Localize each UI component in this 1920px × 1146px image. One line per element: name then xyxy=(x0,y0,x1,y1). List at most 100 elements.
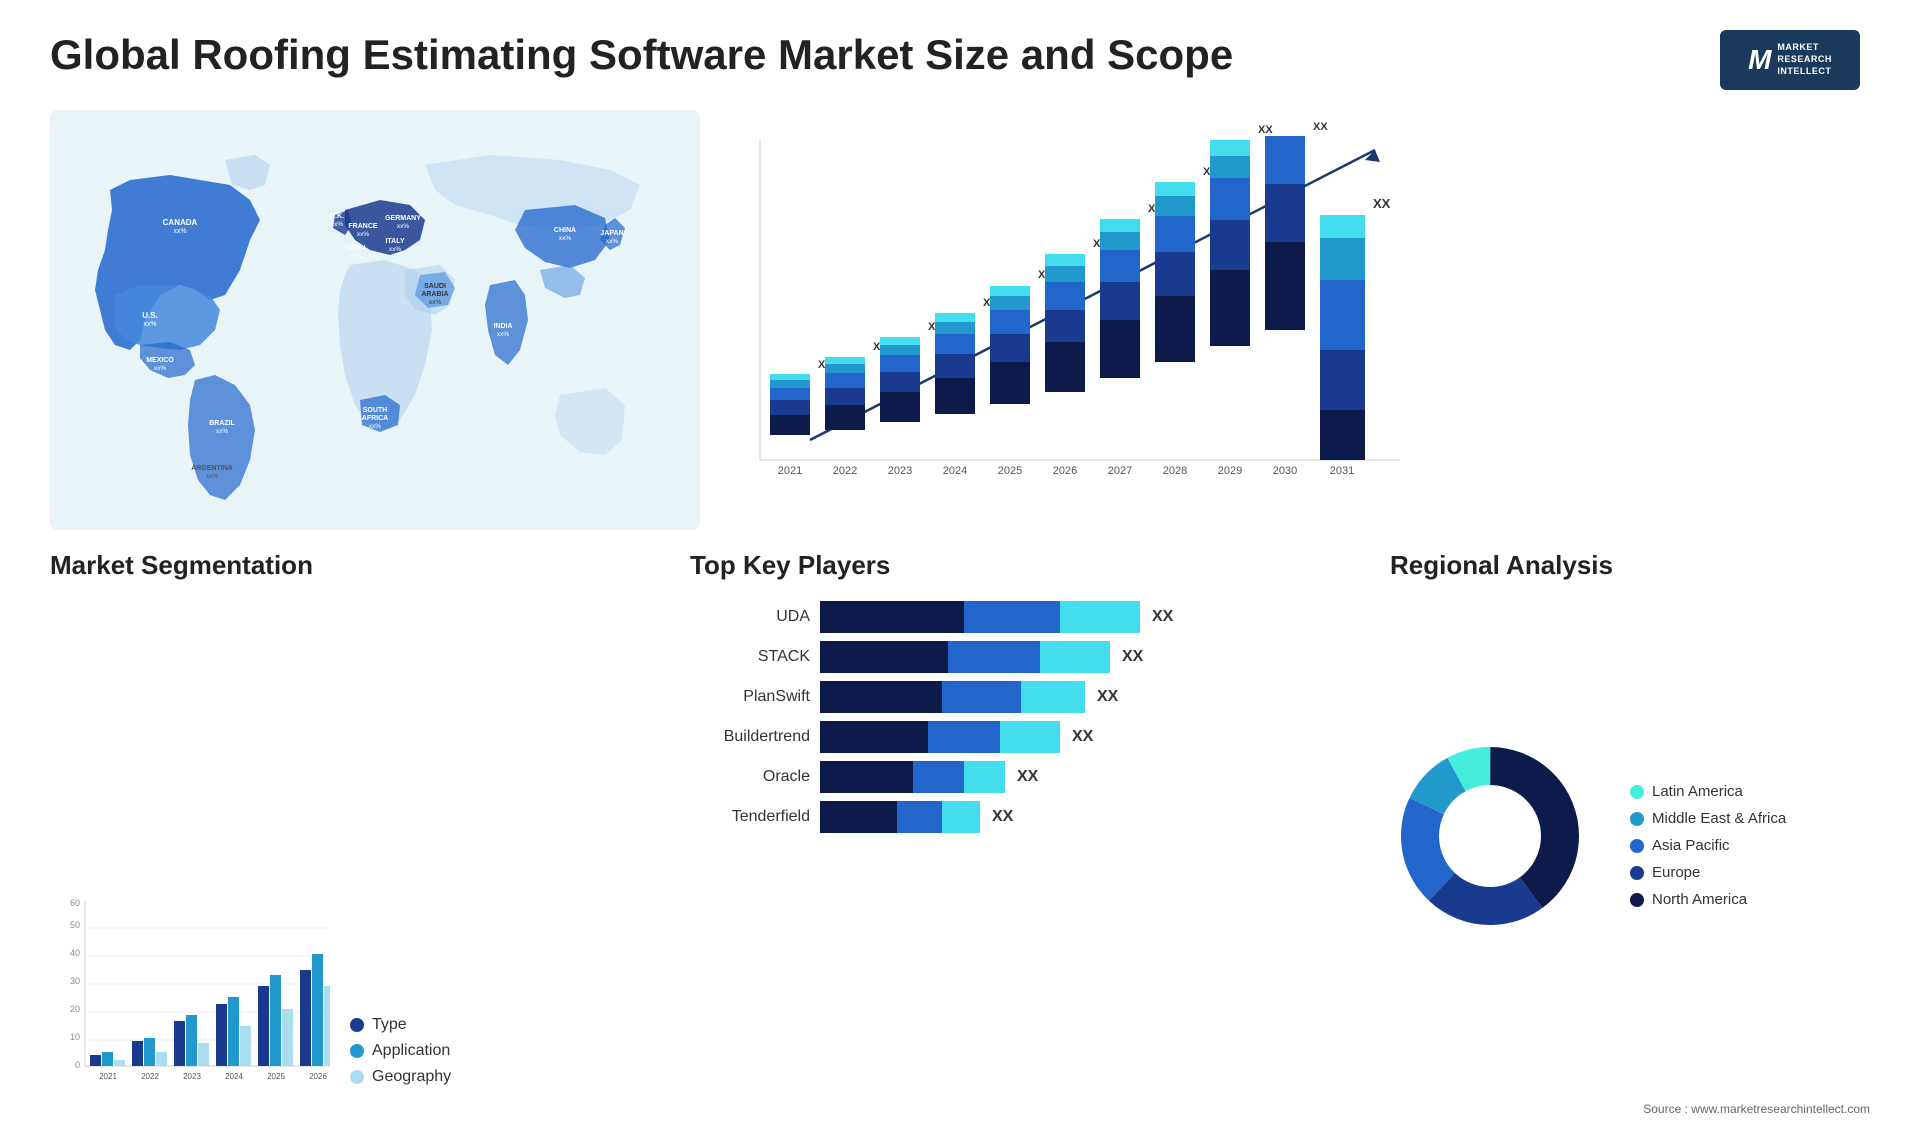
svg-text:MEXICO: MEXICO xyxy=(146,357,174,364)
player-bar-oracle xyxy=(820,761,1005,793)
regional-section: Regional Analysis xyxy=(1390,550,1870,1116)
svg-text:xx%: xx% xyxy=(216,428,229,435)
legend-type: Type xyxy=(350,1016,451,1034)
svg-text:2030: 2030 xyxy=(1273,465,1297,477)
page-title: Global Roofing Estimating Software Marke… xyxy=(50,30,1233,80)
svg-text:2029: 2029 xyxy=(1218,465,1242,477)
reg-dot-na xyxy=(1630,893,1644,907)
svg-text:XX: XX xyxy=(1373,196,1391,211)
player-bar-wrap-oracle: XX xyxy=(820,761,1370,793)
regional-content: Latin America Middle East & Africa Asia … xyxy=(1390,593,1870,1098)
reg-legend-mea: Middle East & Africa xyxy=(1630,810,1786,827)
players-bars: UDA XX STACK xyxy=(690,601,1370,833)
player-val-planswift: XX xyxy=(1097,688,1118,706)
source-text: Source : www.marketresearchintellect.com xyxy=(1390,1102,1870,1116)
donut-container xyxy=(1390,736,1610,956)
svg-text:2023: 2023 xyxy=(888,465,912,477)
svg-text:GERMANY: GERMANY xyxy=(385,215,421,222)
player-row-oracle: Oracle XX xyxy=(690,761,1370,793)
legend-geography: Geography xyxy=(350,1068,451,1086)
svg-text:2025: 2025 xyxy=(267,1072,285,1081)
svg-text:SPAIN: SPAIN xyxy=(345,245,366,252)
growth-chart-section: 2021 XX 2022 XX 2023 XX xyxy=(690,110,1870,530)
svg-text:2025: 2025 xyxy=(998,465,1022,477)
seg-bar-svg: 0 10 20 30 40 50 60 xyxy=(50,896,330,1116)
svg-text:40: 40 xyxy=(70,948,80,958)
content-grid: CANADA xx% U.S. xx% MEXICO xx% BRAZIL xx… xyxy=(50,110,1870,1116)
seg-chart-area: 0 10 20 30 40 50 60 xyxy=(50,593,670,1116)
svg-text:xx%: xx% xyxy=(497,331,510,338)
svg-text:xx%: xx% xyxy=(206,473,219,480)
logo-text: MARKET RESEARCH INTELLECT xyxy=(1777,42,1832,77)
legend-application: Application xyxy=(350,1042,451,1060)
reg-legend-latin: Latin America xyxy=(1630,783,1786,800)
svg-text:CANADA: CANADA xyxy=(163,218,198,227)
map-wrapper: CANADA xx% U.S. xx% MEXICO xx% BRAZIL xx… xyxy=(50,110,670,530)
reg-legend-na: North America xyxy=(1630,891,1786,908)
player-val-tenderfield: XX xyxy=(992,808,1013,826)
player-name-oracle: Oracle xyxy=(690,768,810,786)
svg-text:SOUTH: SOUTH xyxy=(363,407,388,414)
legend-dot-type xyxy=(350,1018,364,1032)
svg-text:BRAZIL: BRAZIL xyxy=(209,420,235,427)
regional-title: Regional Analysis xyxy=(1390,550,1870,581)
svg-text:2027: 2027 xyxy=(1108,465,1132,477)
header: Global Roofing Estimating Software Marke… xyxy=(50,30,1870,90)
players-section: Top Key Players UDA XX xyxy=(690,550,1370,1116)
svg-text:2022: 2022 xyxy=(833,465,857,477)
player-row-planswift: PlanSwift XX xyxy=(690,681,1370,713)
reg-dot-mea xyxy=(1630,812,1644,826)
svg-text:xx%: xx% xyxy=(429,299,442,306)
world-map-svg: CANADA xx% U.S. xx% MEXICO xx% BRAZIL xx… xyxy=(50,110,700,530)
svg-text:xx%: xx% xyxy=(397,223,410,230)
player-bar-tenderfield xyxy=(820,801,980,833)
player-bar-uda xyxy=(820,601,1140,633)
logo-letter: M xyxy=(1748,44,1771,76)
reg-legend-apac: Asia Pacific xyxy=(1630,837,1786,854)
svg-text:30: 30 xyxy=(70,976,80,986)
svg-text:0: 0 xyxy=(75,1060,80,1070)
svg-text:ARGENTINA: ARGENTINA xyxy=(191,465,233,472)
legend-dot-geo xyxy=(350,1070,364,1084)
svg-text:ARABIA: ARABIA xyxy=(421,291,448,298)
logo-area: M MARKET RESEARCH INTELLECT xyxy=(1710,30,1870,90)
svg-text:XX: XX xyxy=(1313,121,1328,133)
svg-text:2024: 2024 xyxy=(225,1072,243,1081)
reg-dot-apac xyxy=(1630,839,1644,853)
svg-text:FRANCE: FRANCE xyxy=(348,223,377,230)
legend-dot-app xyxy=(350,1044,364,1058)
svg-text:xx%: xx% xyxy=(559,235,572,242)
svg-text:2023: 2023 xyxy=(183,1072,201,1081)
player-row-buildertrend: Buildertrend XX xyxy=(690,721,1370,753)
svg-text:2024: 2024 xyxy=(943,465,967,477)
reg-dot-latin xyxy=(1630,785,1644,799)
svg-text:xx%: xx% xyxy=(606,238,619,245)
regional-legend: Latin America Middle East & Africa Asia … xyxy=(1630,783,1786,908)
svg-text:xx%: xx% xyxy=(173,228,186,235)
player-name-stack: STACK xyxy=(690,648,810,666)
svg-text:xx%: xx% xyxy=(349,253,362,260)
player-bar-wrap-planswift: XX xyxy=(820,681,1370,713)
svg-text:20: 20 xyxy=(70,1004,80,1014)
player-bar-wrap-uda: XX xyxy=(820,601,1370,633)
player-name-uda: UDA xyxy=(690,608,810,626)
svg-text:2026: 2026 xyxy=(309,1072,327,1081)
player-bar-stack xyxy=(820,641,1110,673)
player-name-buildertrend: Buildertrend xyxy=(690,728,810,746)
player-val-uda: XX xyxy=(1152,608,1173,626)
svg-text:2022: 2022 xyxy=(141,1072,159,1081)
svg-text:2021: 2021 xyxy=(99,1072,117,1081)
player-bar-wrap-buildertrend: XX xyxy=(820,721,1370,753)
growth-chart-svg: 2021 XX 2022 XX 2023 XX xyxy=(710,120,1410,520)
reg-legend-europe: Europe xyxy=(1630,864,1786,881)
player-val-buildertrend: XX xyxy=(1072,728,1093,746)
bottom-grid: Market Segmentation 0 10 20 30 40 50 60 xyxy=(50,550,1870,1116)
svg-text:AFRICA: AFRICA xyxy=(362,415,388,422)
player-val-oracle: XX xyxy=(1017,768,1038,786)
players-title: Top Key Players xyxy=(690,550,1370,581)
player-row-uda: UDA XX xyxy=(690,601,1370,633)
player-bar-wrap-tenderfield: XX xyxy=(820,801,1370,833)
reg-dot-europe xyxy=(1630,866,1644,880)
player-row-tenderfield: Tenderfield XX xyxy=(690,801,1370,833)
player-bar-wrap-stack: XX xyxy=(820,641,1370,673)
